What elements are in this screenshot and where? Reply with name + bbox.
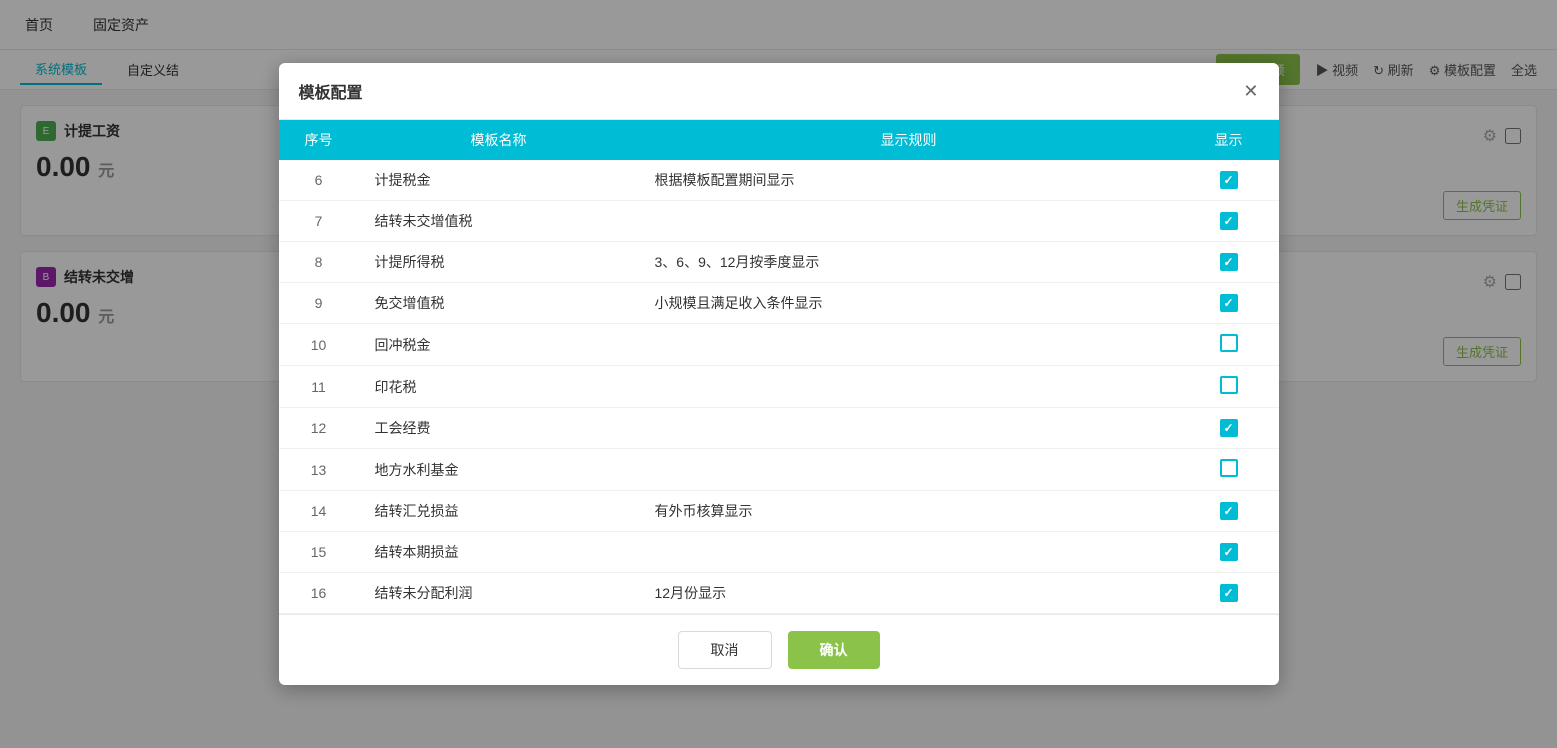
row-check-12[interactable] — [1179, 408, 1279, 449]
row-index-16: 16 — [279, 573, 359, 614]
row-name-15: 结转本期损益 — [359, 532, 639, 573]
checkbox-13[interactable] — [1220, 459, 1238, 477]
col-header-display: 显示 — [1179, 120, 1279, 160]
row-check-15[interactable] — [1179, 532, 1279, 573]
row-rule-15 — [639, 532, 1179, 573]
table-row: 7结转未交增值税 — [279, 201, 1279, 242]
checkbox-11[interactable] — [1220, 376, 1238, 394]
checkbox-7[interactable] — [1220, 212, 1238, 230]
row-name-10: 回冲税金 — [359, 324, 639, 366]
template-config-modal: 模板配置 ✕ 序号 模板名称 显示规则 显示 6计提税金根据模板配置期间显 — [279, 63, 1279, 685]
checkbox-10[interactable] — [1220, 334, 1238, 352]
row-index-10: 10 — [279, 324, 359, 366]
checkbox-15[interactable] — [1220, 543, 1238, 561]
checkbox-14[interactable] — [1220, 502, 1238, 520]
row-name-12: 工会经费 — [359, 408, 639, 449]
row-rule-6: 根据模板配置期间显示 — [639, 160, 1179, 201]
row-rule-11 — [639, 366, 1179, 408]
row-check-7[interactable] — [1179, 201, 1279, 242]
table-row: 12工会经费 — [279, 408, 1279, 449]
row-name-16: 结转未分配利润 — [359, 573, 639, 614]
row-name-13: 地方水利基金 — [359, 449, 639, 491]
col-header-rule: 显示规则 — [639, 120, 1179, 160]
checkbox-6[interactable] — [1220, 171, 1238, 189]
row-check-16[interactable] — [1179, 573, 1279, 614]
row-rule-10 — [639, 324, 1179, 366]
confirm-button[interactable]: 确认 — [788, 631, 880, 669]
table-row: 11印花税 — [279, 366, 1279, 408]
row-check-6[interactable] — [1179, 160, 1279, 201]
row-index-15: 15 — [279, 532, 359, 573]
row-rule-7 — [639, 201, 1179, 242]
modal-title: 模板配置 — [299, 79, 363, 103]
modal-footer: 取消 确认 — [279, 614, 1279, 685]
table-row: 8计提所得税3、6、9、12月按季度显示 — [279, 242, 1279, 283]
checkbox-16[interactable] — [1220, 584, 1238, 602]
row-index-6: 6 — [279, 160, 359, 201]
row-index-7: 7 — [279, 201, 359, 242]
table-row: 16结转未分配利润12月份显示 — [279, 573, 1279, 614]
modal-overlay: 模板配置 ✕ 序号 模板名称 显示规则 显示 6计提税金根据模板配置期间显 — [0, 0, 1557, 748]
row-check-13[interactable] — [1179, 449, 1279, 491]
row-name-8: 计提所得税 — [359, 242, 639, 283]
table-row: 15结转本期损益 — [279, 532, 1279, 573]
row-index-8: 8 — [279, 242, 359, 283]
row-name-7: 结转未交增值税 — [359, 201, 639, 242]
table-header-row: 序号 模板名称 显示规则 显示 — [279, 120, 1279, 160]
row-rule-12 — [639, 408, 1179, 449]
modal-header: 模板配置 ✕ — [279, 63, 1279, 120]
table-container: 序号 模板名称 显示规则 显示 6计提税金根据模板配置期间显示7结转未交增值税8… — [279, 120, 1279, 614]
row-index-11: 11 — [279, 366, 359, 408]
row-check-8[interactable] — [1179, 242, 1279, 283]
col-header-name: 模板名称 — [359, 120, 639, 160]
row-rule-8: 3、6、9、12月按季度显示 — [639, 242, 1179, 283]
cancel-button[interactable]: 取消 — [678, 631, 772, 669]
row-rule-13 — [639, 449, 1179, 491]
row-check-10[interactable] — [1179, 324, 1279, 366]
checkbox-9[interactable] — [1220, 294, 1238, 312]
col-header-index: 序号 — [279, 120, 359, 160]
row-check-9[interactable] — [1179, 283, 1279, 324]
modal-close-button[interactable]: ✕ — [1243, 82, 1258, 100]
modal-body: 序号 模板名称 显示规则 显示 6计提税金根据模板配置期间显示7结转未交增值税8… — [279, 120, 1279, 614]
row-name-11: 印花税 — [359, 366, 639, 408]
table-row: 9免交增值税小规模且满足收入条件显示 — [279, 283, 1279, 324]
table-row: 13地方水利基金 — [279, 449, 1279, 491]
table-row: 6计提税金根据模板配置期间显示 — [279, 160, 1279, 201]
row-check-11[interactable] — [1179, 366, 1279, 408]
table-row: 14结转汇兑损益有外币核算显示 — [279, 491, 1279, 532]
row-rule-14: 有外币核算显示 — [639, 491, 1179, 532]
row-index-14: 14 — [279, 491, 359, 532]
table-row: 10回冲税金 — [279, 324, 1279, 366]
row-index-9: 9 — [279, 283, 359, 324]
row-name-6: 计提税金 — [359, 160, 639, 201]
config-table: 序号 模板名称 显示规则 显示 6计提税金根据模板配置期间显示7结转未交增值税8… — [279, 120, 1279, 614]
row-index-12: 12 — [279, 408, 359, 449]
row-index-13: 13 — [279, 449, 359, 491]
row-rule-9: 小规模且满足收入条件显示 — [639, 283, 1179, 324]
row-name-9: 免交增值税 — [359, 283, 639, 324]
table-body: 6计提税金根据模板配置期间显示7结转未交增值税8计提所得税3、6、9、12月按季… — [279, 160, 1279, 614]
checkbox-12[interactable] — [1220, 419, 1238, 437]
row-check-14[interactable] — [1179, 491, 1279, 532]
row-name-14: 结转汇兑损益 — [359, 491, 639, 532]
row-rule-16: 12月份显示 — [639, 573, 1179, 614]
checkbox-8[interactable] — [1220, 253, 1238, 271]
